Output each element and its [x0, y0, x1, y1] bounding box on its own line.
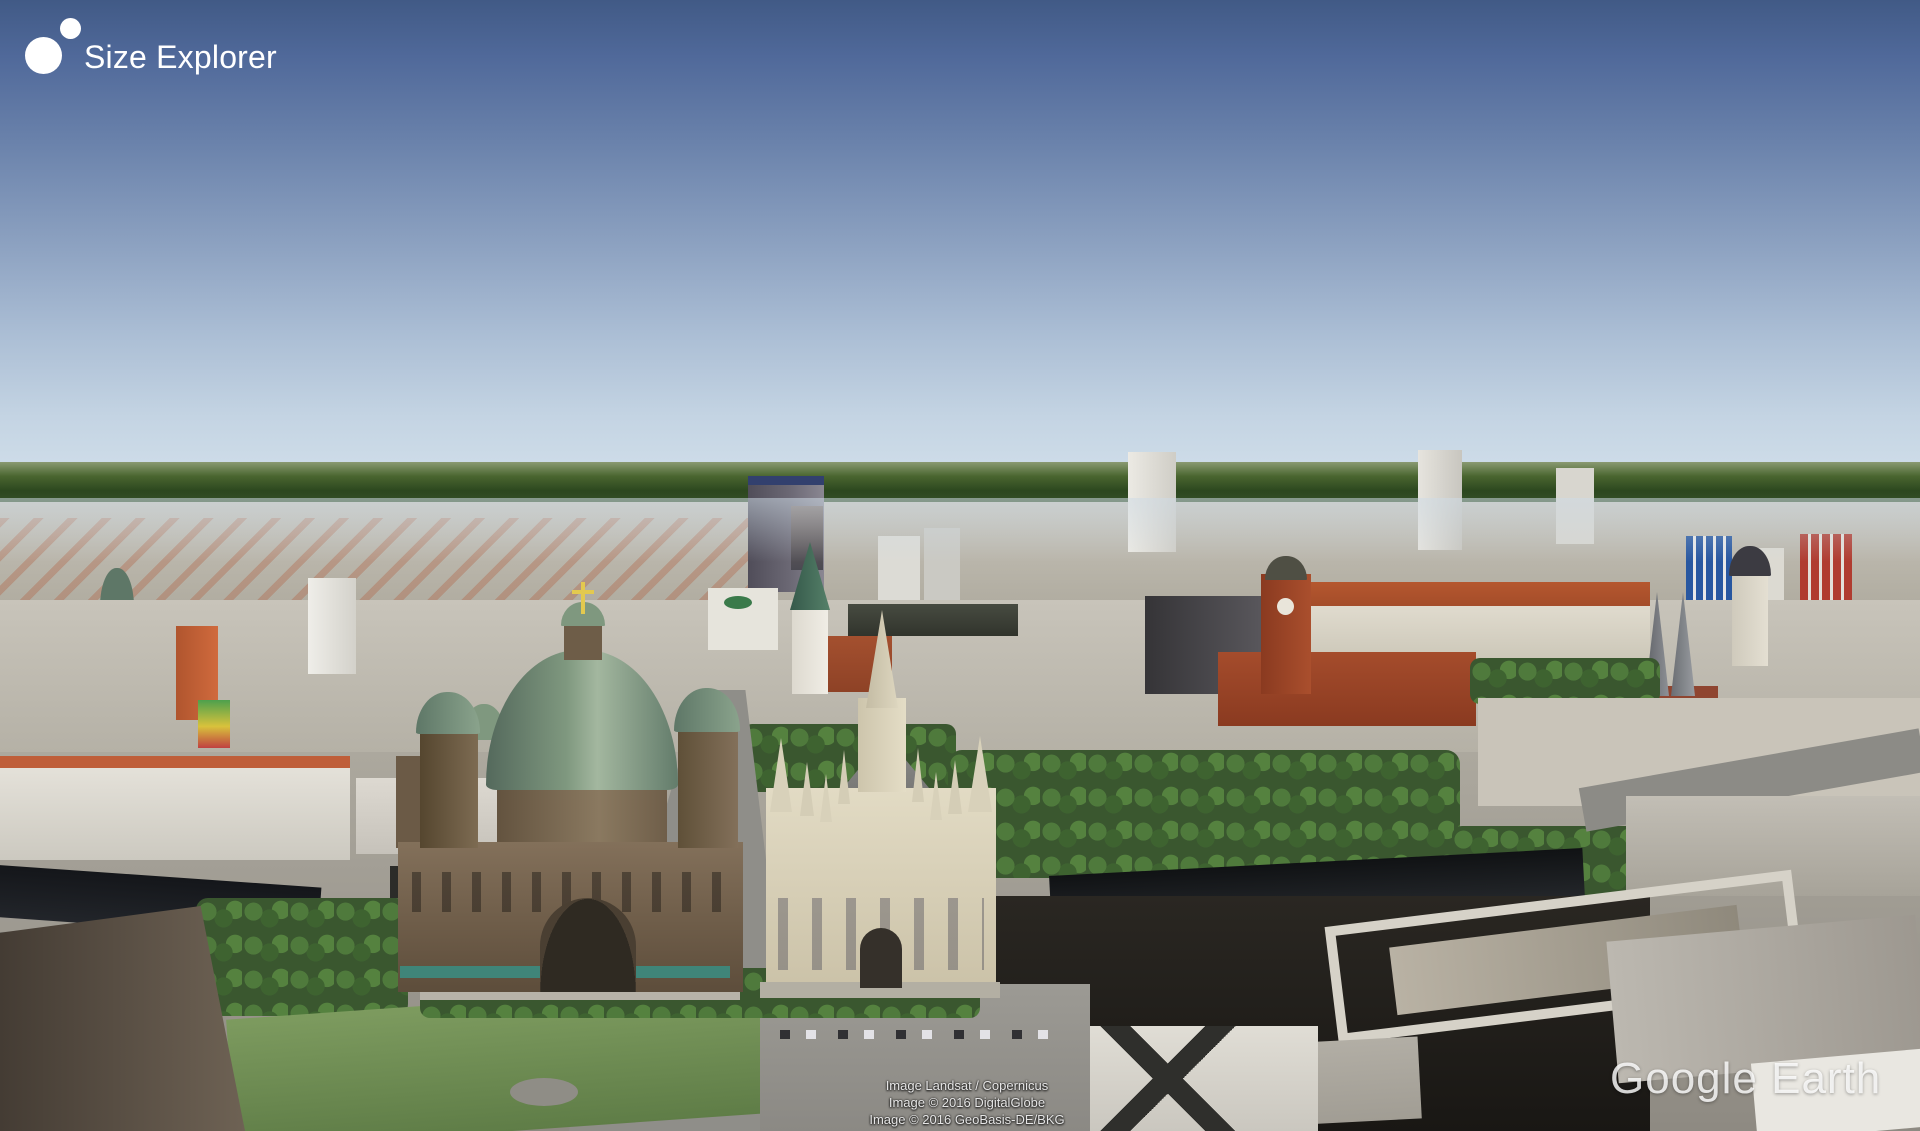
dom-cross-vertical: [581, 582, 585, 614]
stadthaus-tower: [1732, 566, 1768, 666]
lustgarten-fountain: [510, 1078, 578, 1106]
dom-tower-right: [678, 724, 738, 848]
duomo-central-tower: [858, 698, 906, 792]
white-tower-left: [308, 578, 356, 674]
horizon-haze: [0, 498, 1920, 562]
classical-roof-right: [1300, 582, 1650, 608]
logo-small-circle-icon: [60, 18, 81, 39]
cars-row: [780, 1030, 1070, 1039]
dom-arch: [540, 898, 636, 992]
billboard-left: [198, 700, 230, 748]
green-oval-sign: [724, 596, 752, 609]
dom-tower-left: [420, 726, 478, 848]
google-earth-watermark: Google Earth: [1610, 1054, 1882, 1103]
station-roof-dark: [848, 604, 1018, 636]
trees-left-cluster: [196, 898, 408, 1016]
marienkirche-tower: [792, 606, 828, 694]
size-explorer-logo-icon: [24, 14, 84, 76]
attribution-line: Image © 2016 GeoBasis-DE/BKG: [869, 1112, 1065, 1127]
rotes-rathaus-tower: [1261, 574, 1311, 694]
white-blocks-left: [0, 768, 350, 860]
logo-text: Size Explorer: [84, 39, 277, 75]
map-attribution: Image Landsat / Copernicus Image © 2016 …: [869, 1077, 1064, 1128]
rathaus-clock: [1277, 598, 1294, 615]
park-inn-roof-sign: [748, 476, 824, 485]
dom-tower-far-left: [396, 756, 422, 848]
duomo-portal: [860, 928, 902, 988]
rotes-rathaus-body: [1218, 652, 1476, 726]
sky: [0, 0, 1920, 474]
attribution-line: Image © 2016 DigitalGlobe: [888, 1095, 1046, 1110]
attribution-line: Image Landsat / Copernicus: [885, 1078, 1049, 1093]
logo-big-circle-icon: [25, 37, 62, 74]
earth-3d-viewport[interactable]: Size Explorer Image Landsat / Copernicus…: [0, 0, 1920, 1131]
dom-cross-bar: [572, 590, 594, 594]
